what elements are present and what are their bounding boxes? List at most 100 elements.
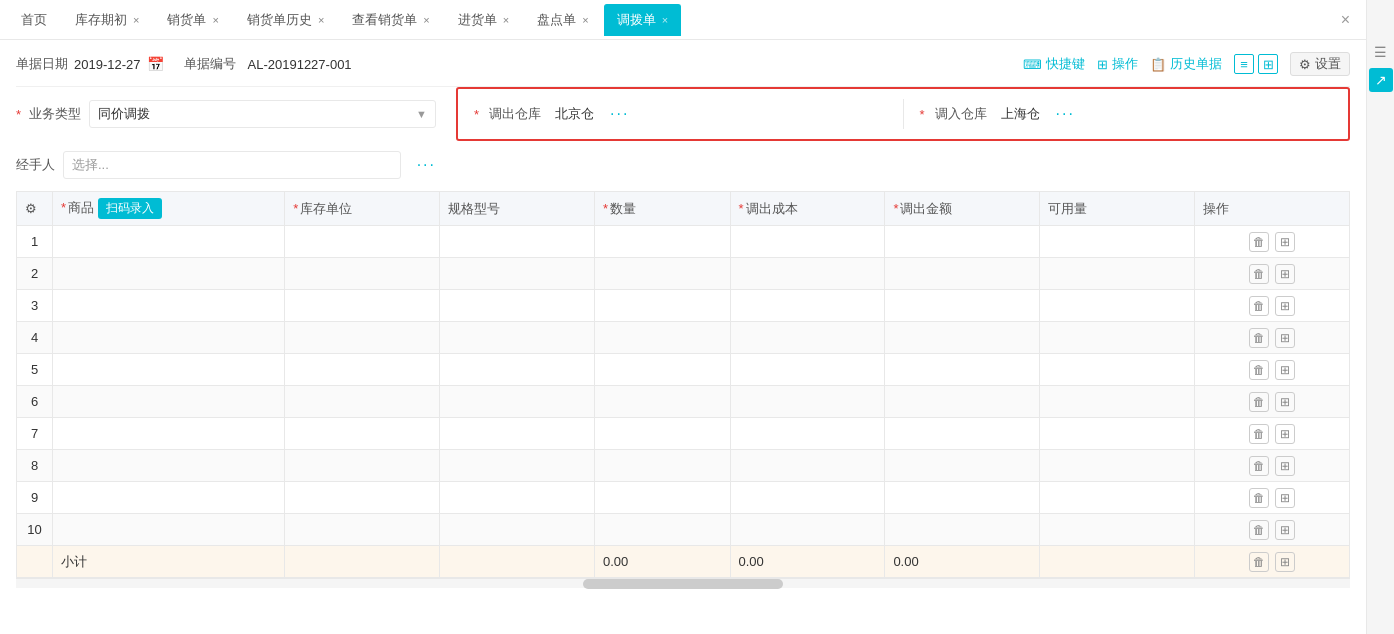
tab-close-view-sales[interactable]: × xyxy=(423,14,429,26)
cell-avail-2[interactable] xyxy=(1040,258,1195,290)
cell-spec-9[interactable] xyxy=(440,482,595,514)
cell-unit-6[interactable] xyxy=(285,386,440,418)
cell-avail-3[interactable] xyxy=(1040,290,1195,322)
cell-avail-7[interactable] xyxy=(1040,418,1195,450)
cell-unit-4[interactable] xyxy=(285,322,440,354)
cell-cost-7[interactable] xyxy=(730,418,885,450)
cell-unit-1[interactable] xyxy=(285,226,440,258)
cell-spec-3[interactable] xyxy=(440,290,595,322)
delete-icon-2[interactable]: 🗑 xyxy=(1249,264,1269,284)
cell-avail-1[interactable] xyxy=(1040,226,1195,258)
delete-icon-1[interactable]: 🗑 xyxy=(1249,232,1269,252)
cell-qty-6[interactable] xyxy=(595,386,731,418)
warehouse-in-more-btn[interactable]: ··· xyxy=(1056,105,1075,123)
tab-transfer[interactable]: 调拨单 × xyxy=(604,4,681,36)
tab-close-stocktake[interactable]: × xyxy=(582,14,588,26)
cell-goods-9[interactable] xyxy=(53,482,285,514)
tab-close-inventory-init[interactable]: × xyxy=(133,14,139,26)
cell-unit-2[interactable] xyxy=(285,258,440,290)
settings-col[interactable]: ⚙ xyxy=(17,192,53,226)
cell-spec-4[interactable] xyxy=(440,322,595,354)
warehouse-out-more-btn[interactable]: ··· xyxy=(610,105,629,123)
subtotal-delete-icon[interactable]: 🗑 xyxy=(1249,552,1269,572)
cell-goods-10[interactable] xyxy=(53,514,285,546)
scan-button[interactable]: 扫码录入 xyxy=(98,198,162,219)
cell-goods-5[interactable] xyxy=(53,354,285,386)
cell-amount-6[interactable] xyxy=(885,386,1040,418)
business-type-select[interactable]: 同价调拨 ▼ xyxy=(89,100,436,128)
copy-icon-4[interactable]: ⊞ xyxy=(1275,328,1295,348)
sidebar-export-icon[interactable]: ↗ xyxy=(1369,68,1393,92)
tab-view-sales[interactable]: 查看销货单 × xyxy=(339,4,442,36)
cell-unit-5[interactable] xyxy=(285,354,440,386)
cell-avail-10[interactable] xyxy=(1040,514,1195,546)
cell-avail-6[interactable] xyxy=(1040,386,1195,418)
cell-goods-1[interactable] xyxy=(53,226,285,258)
cell-qty-5[interactable] xyxy=(595,354,731,386)
cell-avail-9[interactable] xyxy=(1040,482,1195,514)
delete-icon-10[interactable]: 🗑 xyxy=(1249,520,1269,540)
tab-sales-order[interactable]: 销货单 × xyxy=(154,4,231,36)
cell-amount-2[interactable] xyxy=(885,258,1040,290)
delete-icon-8[interactable]: 🗑 xyxy=(1249,456,1269,476)
cell-goods-3[interactable] xyxy=(53,290,285,322)
copy-icon-10[interactable]: ⊞ xyxy=(1275,520,1295,540)
tab-close-purchase[interactable]: × xyxy=(503,14,509,26)
cell-goods-4[interactable] xyxy=(53,322,285,354)
cell-avail-4[interactable] xyxy=(1040,322,1195,354)
delete-icon-9[interactable]: 🗑 xyxy=(1249,488,1269,508)
cell-spec-2[interactable] xyxy=(440,258,595,290)
sidebar-list-icon[interactable]: ☰ xyxy=(1369,40,1393,64)
tab-home[interactable]: 首页 xyxy=(8,4,60,36)
history-btn[interactable]: 📋 历史单据 xyxy=(1150,55,1222,73)
tab-sales-history[interactable]: 销货单历史 × xyxy=(234,4,337,36)
cell-unit-7[interactable] xyxy=(285,418,440,450)
cell-cost-5[interactable] xyxy=(730,354,885,386)
tab-close-transfer[interactable]: × xyxy=(662,14,668,26)
calendar-icon[interactable]: 📅 xyxy=(147,56,164,72)
cell-cost-10[interactable] xyxy=(730,514,885,546)
grid-view-icon[interactable]: ⊞ xyxy=(1258,54,1278,74)
cell-avail-8[interactable] xyxy=(1040,450,1195,482)
cell-cost-2[interactable] xyxy=(730,258,885,290)
cell-cost-3[interactable] xyxy=(730,290,885,322)
scroll-thumb[interactable] xyxy=(583,579,783,589)
cell-cost-6[interactable] xyxy=(730,386,885,418)
copy-icon-7[interactable]: ⊞ xyxy=(1275,424,1295,444)
cell-goods-7[interactable] xyxy=(53,418,285,450)
tab-close-sales-order[interactable]: × xyxy=(212,14,218,26)
operations-btn[interactable]: ⊞ 操作 xyxy=(1097,55,1138,73)
cell-qty-10[interactable] xyxy=(595,514,731,546)
cell-spec-6[interactable] xyxy=(440,386,595,418)
delete-icon-6[interactable]: 🗑 xyxy=(1249,392,1269,412)
copy-icon-3[interactable]: ⊞ xyxy=(1275,296,1295,316)
tab-stocktake[interactable]: 盘点单 × xyxy=(524,4,601,36)
cell-goods-6[interactable] xyxy=(53,386,285,418)
cell-unit-9[interactable] xyxy=(285,482,440,514)
list-view-icon[interactable]: ≡ xyxy=(1234,54,1254,74)
copy-icon-9[interactable]: ⊞ xyxy=(1275,488,1295,508)
shortcut-btn[interactable]: ⌨ 快捷键 xyxy=(1023,55,1085,73)
cell-cost-8[interactable] xyxy=(730,450,885,482)
cell-unit-8[interactable] xyxy=(285,450,440,482)
cell-spec-7[interactable] xyxy=(440,418,595,450)
delete-icon-4[interactable]: 🗑 xyxy=(1249,328,1269,348)
cell-qty-3[interactable] xyxy=(595,290,731,322)
cell-spec-5[interactable] xyxy=(440,354,595,386)
cell-amount-4[interactable] xyxy=(885,322,1040,354)
copy-icon-5[interactable]: ⊞ xyxy=(1275,360,1295,380)
cell-qty-7[interactable] xyxy=(595,418,731,450)
window-close-button[interactable]: × xyxy=(1333,7,1358,33)
cell-unit-3[interactable] xyxy=(285,290,440,322)
handler-more-btn[interactable]: ··· xyxy=(417,156,436,174)
cell-amount-5[interactable] xyxy=(885,354,1040,386)
cell-cost-9[interactable] xyxy=(730,482,885,514)
cell-amount-9[interactable] xyxy=(885,482,1040,514)
cell-spec-10[interactable] xyxy=(440,514,595,546)
cell-cost-1[interactable] xyxy=(730,226,885,258)
copy-icon-2[interactable]: ⊞ xyxy=(1275,264,1295,284)
cell-spec-1[interactable] xyxy=(440,226,595,258)
cell-amount-1[interactable] xyxy=(885,226,1040,258)
cell-cost-4[interactable] xyxy=(730,322,885,354)
handler-select[interactable]: 选择... xyxy=(63,151,401,179)
